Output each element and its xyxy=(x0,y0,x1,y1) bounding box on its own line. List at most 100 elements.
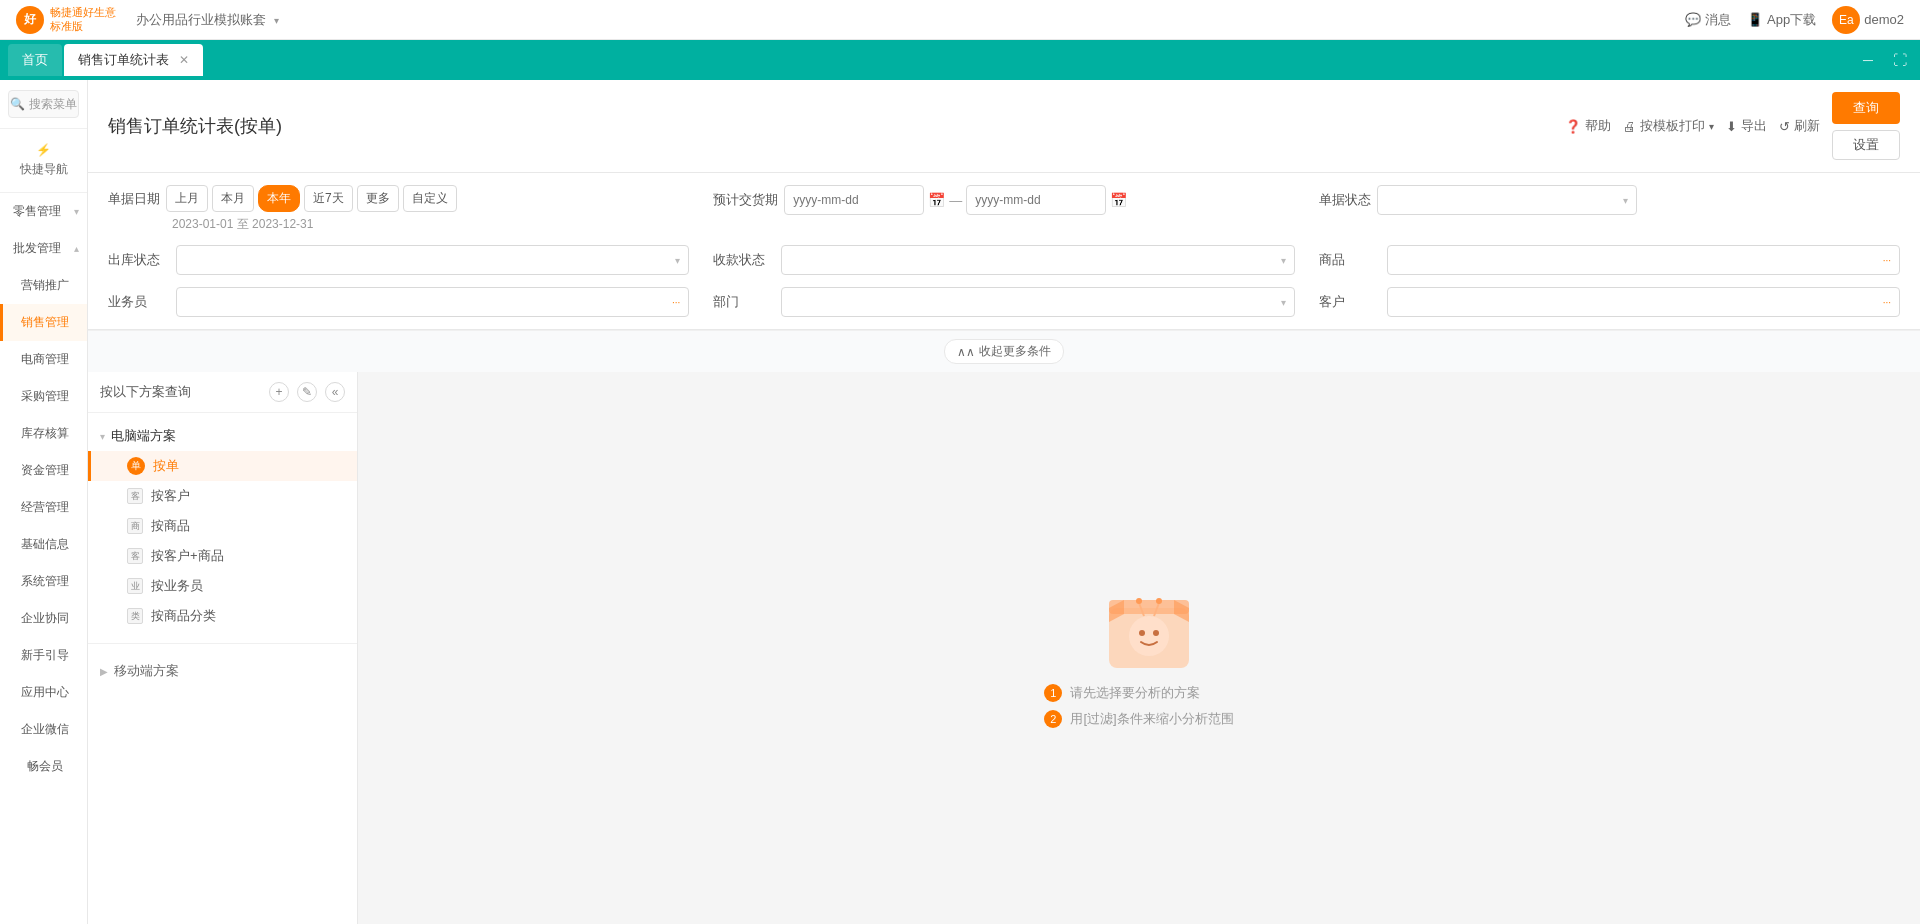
query-button[interactable]: 查询 xyxy=(1832,92,1900,124)
mobile-group-header[interactable]: ▶ 移动端方案 xyxy=(88,656,357,686)
scheme-item-by-category[interactable]: 类 按商品分类 xyxy=(88,601,357,631)
status-select[interactable]: ▾ xyxy=(1377,185,1637,215)
expected-date-end-input[interactable] xyxy=(966,185,1106,215)
sidebar-item-sales[interactable]: 销售管理 xyxy=(0,304,87,341)
tab-bar-actions: ─ ⛶ xyxy=(1856,48,1912,72)
add-scheme-button[interactable]: + xyxy=(269,382,289,402)
date-separator: — xyxy=(949,193,962,208)
sidebar-item-operations[interactable]: 经营管理 xyxy=(0,489,87,526)
sidebar-item-newbie[interactable]: 新手引导 xyxy=(0,637,87,674)
tab-close-icon[interactable]: ✕ xyxy=(179,53,189,67)
goods-ellipsis-icon: ··· xyxy=(1883,255,1891,266)
sidebar-item-inventory[interactable]: 库存核算 xyxy=(0,415,87,452)
mobile-group-label: 移动端方案 xyxy=(114,662,179,680)
sidebar-item-apps[interactable]: 应用中心 xyxy=(0,674,87,711)
department-cell: 部门 ▾ xyxy=(713,287,1294,317)
search-menu-button[interactable]: 🔍 搜索菜单 xyxy=(8,90,79,118)
edit-scheme-button[interactable]: ✎ xyxy=(297,382,317,402)
sidebar-item-purchase[interactable]: 采购管理 xyxy=(0,378,87,415)
message-icon: 💬 xyxy=(1685,12,1701,27)
message-button[interactable]: 💬 消息 xyxy=(1685,11,1731,29)
logo-text: 畅捷通好生意 标准版 xyxy=(50,6,116,32)
pc-group-label: 电脑端方案 xyxy=(111,427,176,445)
tab-home[interactable]: 首页 xyxy=(8,44,62,76)
user-menu[interactable]: Ea demo2 xyxy=(1832,6,1904,34)
mobile-scheme-group: ▶ 移动端方案 xyxy=(88,648,357,694)
app-download-button[interactable]: 📱 App下载 xyxy=(1747,11,1816,29)
date-btn-this-month[interactable]: 本月 xyxy=(212,185,254,212)
scheme-item-by-goods[interactable]: 商 按商品 xyxy=(88,511,357,541)
status-label: 单据状态 xyxy=(1319,191,1371,209)
by-customer-label: 按客户 xyxy=(151,487,190,505)
expected-date-start-input[interactable] xyxy=(784,185,924,215)
sidebar-item-retail[interactable]: 零售管理 ▾ xyxy=(0,193,87,230)
date-btn-last-month[interactable]: 上月 xyxy=(166,185,208,212)
sidebar-item-marketing[interactable]: 营销推广 xyxy=(0,267,87,304)
empty-state: 1 请先选择要分析的方案 2 用[过滤]条件来缩小分析范围 xyxy=(1004,528,1273,768)
sidebar-item-finance[interactable]: 资金管理 xyxy=(0,452,87,489)
scheme-item-by-customer[interactable]: 客 按客户 xyxy=(88,481,357,511)
chevron-down-icon: ▾ xyxy=(74,206,79,217)
by-salesperson-icon: 业 xyxy=(127,578,143,594)
tab-sales-order-stats[interactable]: 销售订单统计表 ✕ xyxy=(64,44,203,76)
goods-input[interactable]: ··· xyxy=(1387,245,1900,275)
sidebar-item-basic[interactable]: 基础信息 xyxy=(0,526,87,563)
sidebar-item-wechat[interactable]: 企业微信 xyxy=(0,711,87,748)
sidebar-search-area: 🔍 搜索菜单 xyxy=(0,80,87,129)
scheme-item-by-order[interactable]: 单 按单 xyxy=(88,451,357,481)
logo-area: 好 畅捷通好生意 标准版 xyxy=(16,6,116,34)
refresh-icon: ↺ xyxy=(1779,119,1790,134)
svg-point-8 xyxy=(1136,598,1142,604)
department-select[interactable]: ▾ xyxy=(781,287,1294,317)
calendar-start-icon[interactable]: 📅 xyxy=(928,192,945,208)
download-icon: 📱 xyxy=(1747,12,1763,27)
collapse-button[interactable]: ∧∧ 收起更多条件 xyxy=(944,339,1064,364)
date-btn-more[interactable]: 更多 xyxy=(357,185,399,212)
tip-2-text: 用[过滤]条件来缩小分析范围 xyxy=(1070,710,1233,728)
filter-panel: 单据日期 上月 本月 本年 近7天 更多 自定义 2023-01-01 至 20… xyxy=(88,173,1920,330)
quick-nav-button[interactable]: ⚡ 快捷导航 xyxy=(0,135,87,186)
date-btn-custom[interactable]: 自定义 xyxy=(403,185,457,212)
scheme-item-by-customer-goods[interactable]: 客 按客户+商品 xyxy=(88,541,357,571)
pc-group-header[interactable]: ▾ 电脑端方案 xyxy=(88,421,357,451)
settings-button[interactable]: 设置 xyxy=(1832,130,1900,160)
sidebar-item-wholesale[interactable]: 批发管理 ▴ xyxy=(0,230,87,267)
customer-input[interactable]: ··· xyxy=(1387,287,1900,317)
sidebar-item-member[interactable]: 畅会员 xyxy=(0,748,87,785)
by-category-icon: 类 xyxy=(127,608,143,624)
help-button[interactable]: ❓ 帮助 xyxy=(1565,117,1611,135)
panel-divider xyxy=(88,643,357,644)
page-actions: ❓ 帮助 🖨 按模板打印 ▾ ⬇ 导出 ↺ 刷新 查询 xyxy=(1565,92,1900,172)
print-icon: 🖨 xyxy=(1623,119,1636,134)
refresh-button[interactable]: ↺ 刷新 xyxy=(1779,117,1820,135)
calendar-end-icon[interactable]: 📅 xyxy=(1110,192,1127,208)
delivery-status-select[interactable]: ▾ xyxy=(176,245,689,275)
sidebar-item-enterprise[interactable]: 企业协同 xyxy=(0,600,87,637)
collapse-panel-button[interactable]: « xyxy=(325,382,345,402)
tab-minimize-button[interactable]: ─ xyxy=(1856,48,1880,72)
sidebar-item-ecommerce[interactable]: 电商管理 xyxy=(0,341,87,378)
by-order-icon: 单 xyxy=(127,457,145,475)
sidebar-item-system[interactable]: 系统管理 xyxy=(0,563,87,600)
template-print-button[interactable]: 🖨 按模板打印 ▾ xyxy=(1623,117,1714,135)
top-bar-right: 💬 消息 📱 App下载 Ea demo2 xyxy=(1685,6,1904,34)
by-salesperson-label: 按业务员 xyxy=(151,577,203,595)
app-dropdown-arrow[interactable]: ▾ xyxy=(274,15,279,26)
salesperson-cell: 业务员 ··· xyxy=(108,287,689,317)
print-dropdown-icon: ▾ xyxy=(1709,121,1714,132)
quick-nav-section: ⚡ 快捷导航 xyxy=(0,129,87,193)
collapse-row: ∧∧ 收起更多条件 xyxy=(88,330,1920,372)
date-btn-this-year[interactable]: 本年 xyxy=(258,185,300,212)
receipt-status-select[interactable]: ▾ xyxy=(781,245,1294,275)
customer-cell: 客户 ··· xyxy=(1319,287,1900,317)
salesperson-input[interactable]: ··· xyxy=(176,287,689,317)
tab-maximize-button[interactable]: ⛶ xyxy=(1888,48,1912,72)
by-order-label: 按单 xyxy=(153,457,179,475)
scheme-item-by-salesperson[interactable]: 业 按业务员 xyxy=(88,571,357,601)
left-panel-title: 按以下方案查询 xyxy=(100,383,191,401)
date-btn-last-7-days[interactable]: 近7天 xyxy=(304,185,353,212)
goods-label: 商品 xyxy=(1319,251,1379,269)
export-button[interactable]: ⬇ 导出 xyxy=(1726,117,1767,135)
export-icon: ⬇ xyxy=(1726,119,1737,134)
date-range-display: 2023-01-01 至 2023-12-31 xyxy=(172,216,689,233)
